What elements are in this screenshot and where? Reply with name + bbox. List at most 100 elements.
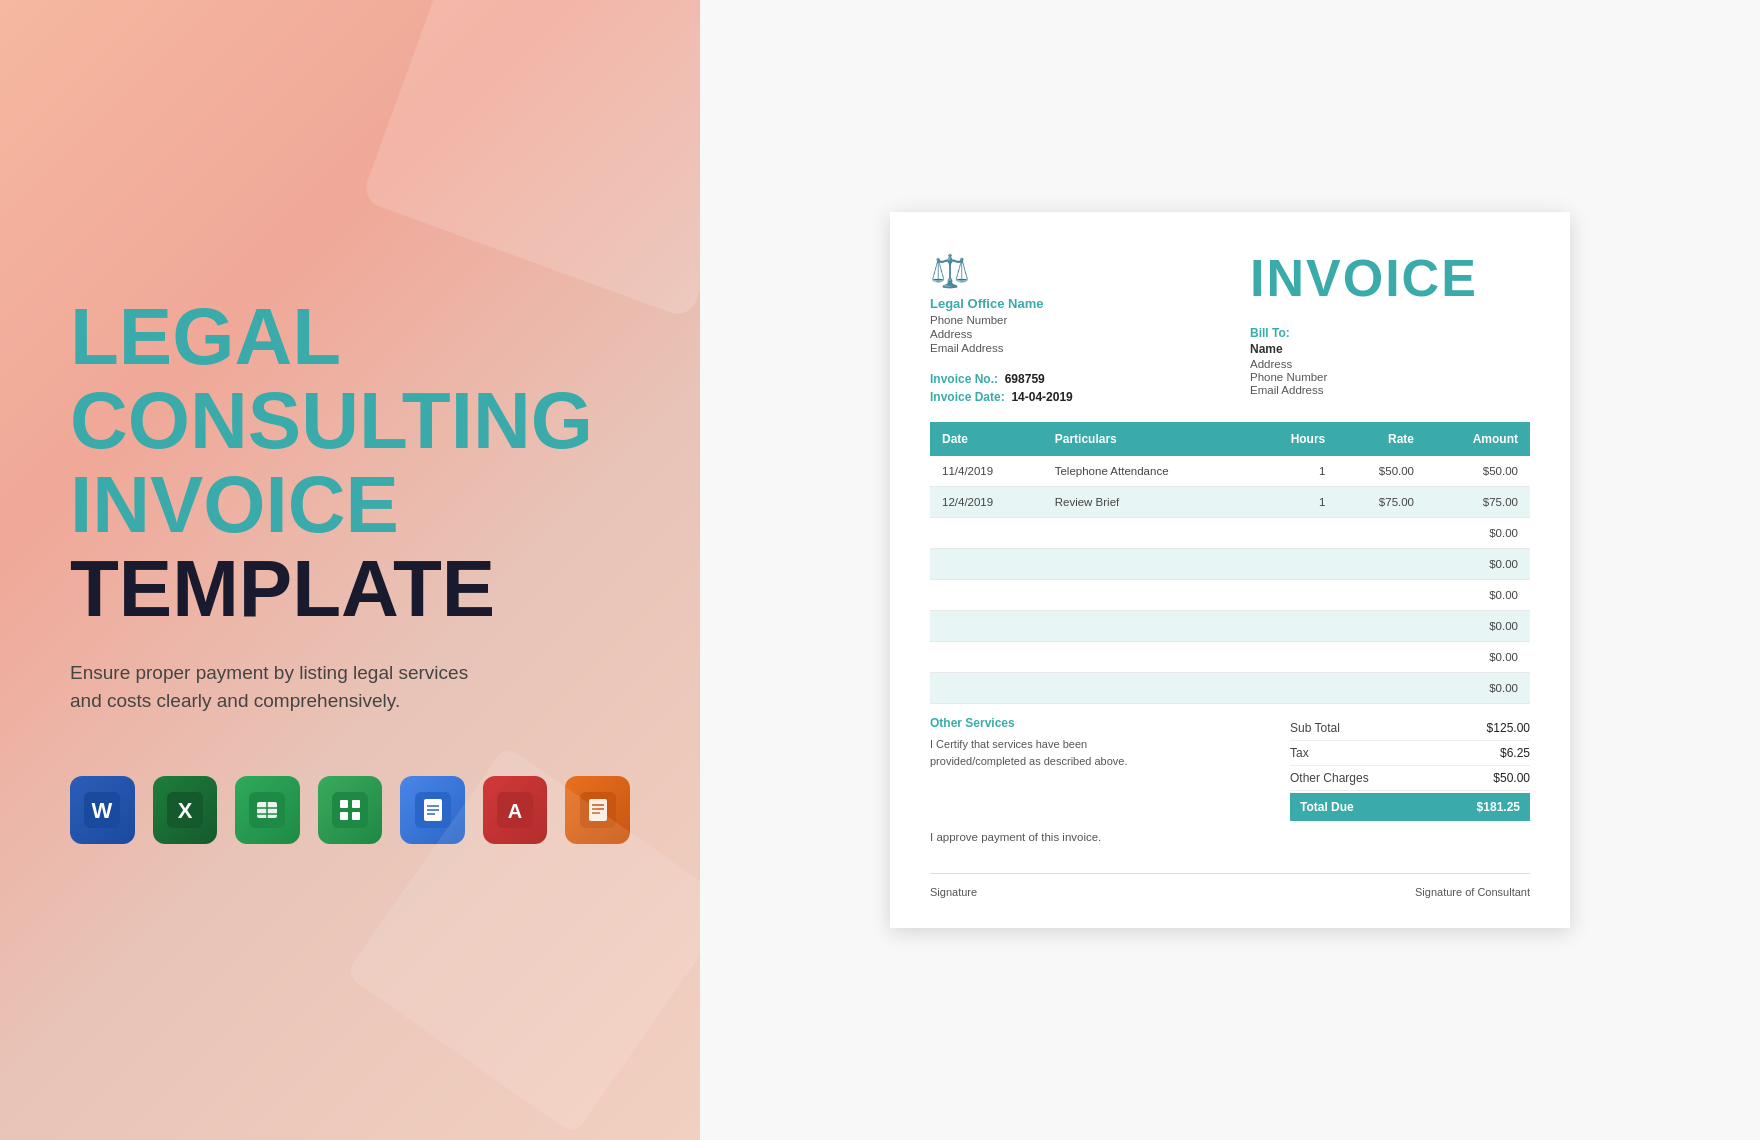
other-charges-row: Other Charges $50.00 [1290,766,1530,791]
cell-rate [1337,580,1426,611]
other-charges-label: Other Charges [1290,771,1369,785]
pages-icon[interactable] [565,776,630,844]
cell-rate [1337,518,1426,549]
col-hours: Hours [1249,422,1337,456]
company-info-col: ⚖️ Legal Office Name Phone Number Addres… [930,252,1210,404]
approve-text: I approve payment of this invoice. [930,831,1530,843]
cell-date [930,518,1043,549]
table-row: $0.00 [930,611,1530,642]
tax-row: Tax $6.25 [1290,741,1530,766]
cell-particulars [1043,580,1250,611]
table-row: 12/4/2019Review Brief1$75.00$75.00 [930,487,1530,518]
other-services-text2: provided/completed as described above. [930,753,1270,770]
col-particulars: Particulars [1043,422,1250,456]
cell-hours [1249,642,1337,673]
subtotal-label: Sub Total [1290,721,1340,735]
svg-text:A: A [508,800,522,822]
subtotal-value: $125.00 [1487,721,1530,735]
cell-rate [1337,673,1426,704]
cell-date [930,549,1043,580]
cell-particulars: Telephone Attendance [1043,456,1250,487]
invoice-date-row: Invoice Date: 14-04-2019 [930,390,1210,404]
bill-to-email: Email Address [1250,384,1530,396]
cell-date [930,642,1043,673]
other-services-title: Other Services [930,716,1270,730]
svg-text:W: W [92,798,113,823]
cell-particulars [1043,642,1250,673]
svg-rect-9 [332,792,368,828]
svg-rect-22 [589,799,607,821]
invoice-table: Date Particulars Hours Rate Amount 11/4/… [930,422,1530,704]
left-panel: LEGAL CONSULTING INVOICE TEMPLATE Ensure… [0,0,700,1140]
cell-hours [1249,673,1337,704]
docs-icon[interactable] [400,776,465,844]
company-email: Email Address [930,342,1210,354]
cell-amount: $0.00 [1426,642,1530,673]
invoice-meta: Invoice No.: 698759 Invoice Date: 14-04-… [930,372,1210,404]
bill-to-section: Bill To: Name Address Phone Number Email… [1250,326,1530,396]
bill-to-address: Address [1250,358,1530,370]
cell-hours: 1 [1249,456,1337,487]
other-services-block: Other Services I Certify that services h… [930,716,1290,821]
totals-block: Sub Total $125.00 Tax $6.25 Other Charge… [1290,716,1530,821]
col-date: Date [930,422,1043,456]
table-row: $0.00 [930,642,1530,673]
app-icons-row: W X [70,776,630,844]
title-invoice: INVOICE [70,465,630,545]
word-icon[interactable]: W [70,776,135,844]
cell-particulars [1043,673,1250,704]
signature-block: Signature [930,886,977,898]
invoice-document: ⚖️ Legal Office Name Phone Number Addres… [890,212,1570,928]
cell-date: 12/4/2019 [930,487,1043,518]
cell-rate: $75.00 [1337,487,1426,518]
cell-rate [1337,549,1426,580]
total-due-label: Total Due [1300,800,1354,814]
company-name: Legal Office Name [930,296,1210,311]
svg-rect-19 [497,792,533,828]
svg-rect-11 [352,800,360,808]
cell-hours [1249,580,1337,611]
total-due-value: $181.25 [1477,800,1520,814]
company-phone: Phone Number [930,314,1210,326]
sheets-icon[interactable] [235,776,300,844]
cell-amount: $0.00 [1426,673,1530,704]
table-row: $0.00 [930,518,1530,549]
cell-amount: $0.00 [1426,518,1530,549]
col-amount: Amount [1426,422,1530,456]
svg-rect-21 [580,792,616,828]
cell-amount: $0.00 [1426,580,1530,611]
table-row: 11/4/2019Telephone Attendance1$50.00$50.… [930,456,1530,487]
cell-particulars: Review Brief [1043,487,1250,518]
cell-hours [1249,611,1337,642]
cell-particulars [1043,518,1250,549]
cell-amount: $0.00 [1426,611,1530,642]
cell-amount: $75.00 [1426,487,1530,518]
company-address: Address [930,328,1210,340]
cell-particulars [1043,611,1250,642]
cell-hours [1249,549,1337,580]
numbers-icon[interactable] [318,776,383,844]
left-description: Ensure proper payment by listing legal s… [70,659,490,716]
cell-amount: $50.00 [1426,456,1530,487]
other-services-text1: I Certify that services have been [930,736,1270,753]
title-legal: LEGAL [70,297,630,377]
excel-icon[interactable]: X [153,776,218,844]
cell-rate [1337,642,1426,673]
cell-particulars [1043,549,1250,580]
cell-amount: $0.00 [1426,549,1530,580]
cell-rate [1337,611,1426,642]
cell-date [930,580,1043,611]
summary-area: Other Services I Certify that services h… [930,716,1530,821]
cell-date: 11/4/2019 [930,456,1043,487]
invoice-header-split: ⚖️ Legal Office Name Phone Number Addres… [930,252,1530,404]
table-row: $0.00 [930,673,1530,704]
invoice-title-text: INVOICE [1250,252,1530,304]
subtotal-row: Sub Total $125.00 [1290,716,1530,741]
cell-date [930,611,1043,642]
svg-rect-10 [340,800,348,808]
title-template: TEMPLATE [70,549,630,629]
cell-date [930,673,1043,704]
table-header-row: Date Particulars Hours Rate Amount [930,422,1530,456]
title-consulting: CONSULTING [70,381,630,461]
acrobat-icon[interactable]: A [483,776,548,844]
